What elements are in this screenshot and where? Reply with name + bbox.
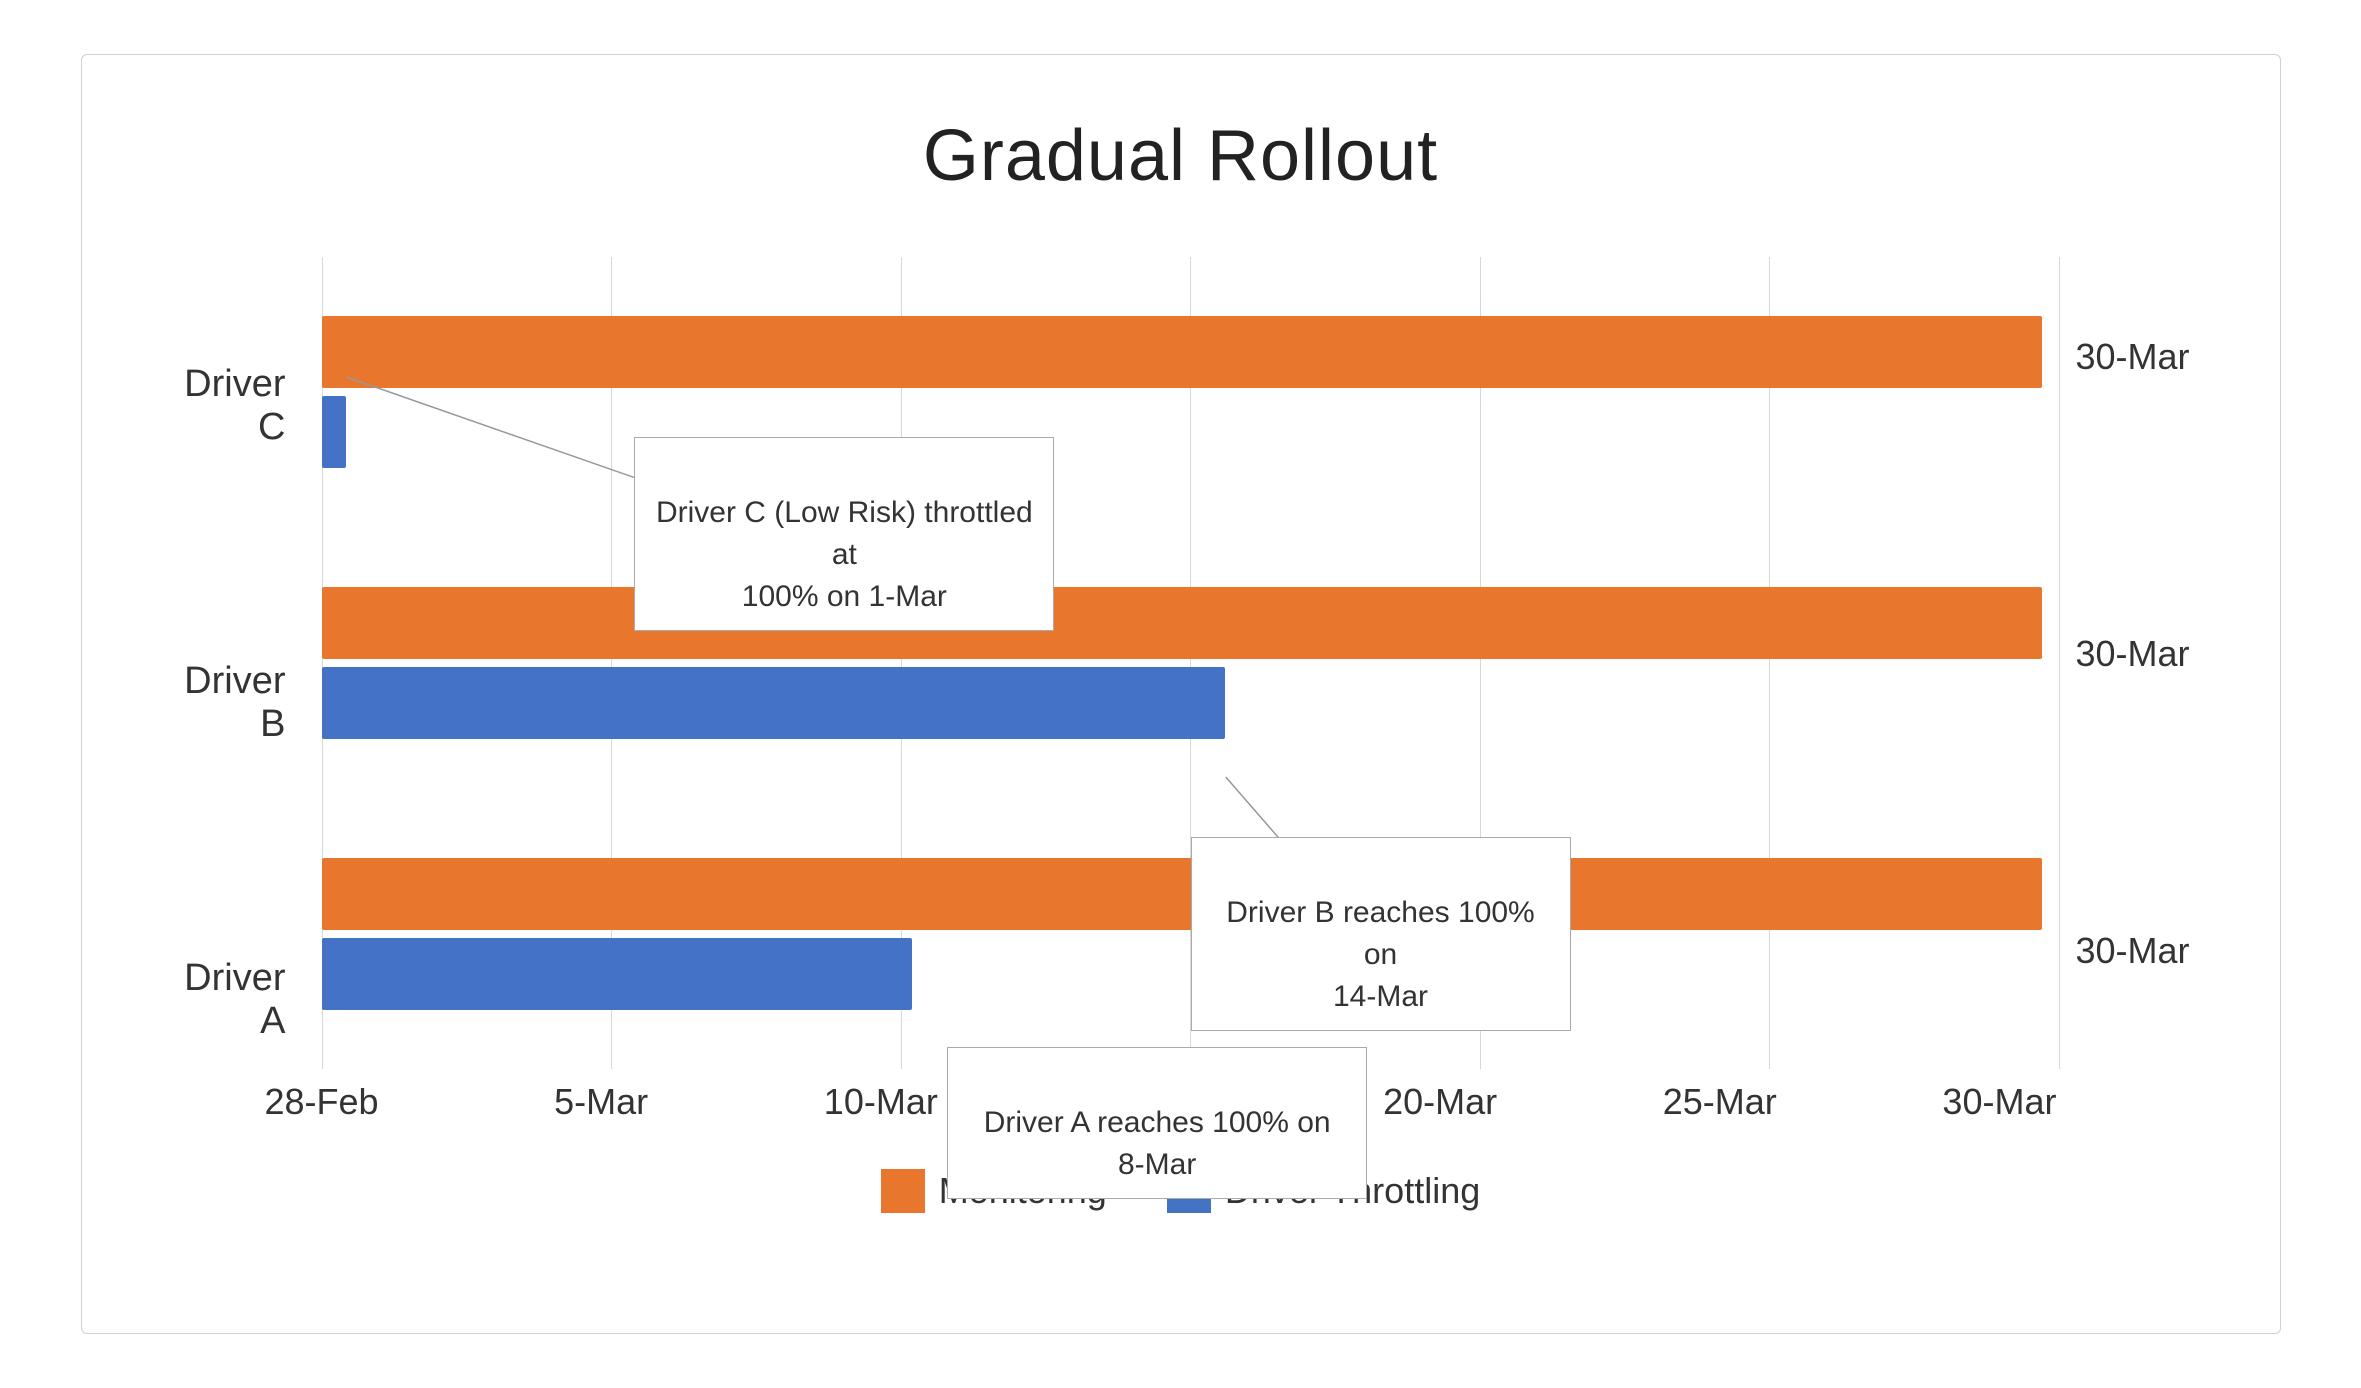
x-label-15mar: 15-Mar bbox=[1100, 1081, 1220, 1123]
bar-row-c-blue bbox=[322, 396, 2060, 468]
x-label-10mar: 10-Mar bbox=[821, 1081, 941, 1123]
right-labels: 30-Mar 30-Mar 30-Mar bbox=[2060, 257, 2200, 1149]
bar-b-blue bbox=[322, 667, 1226, 739]
legend-label-monitoring: Monitoring bbox=[939, 1170, 1107, 1212]
x-label-20mar: 20-Mar bbox=[1380, 1081, 1500, 1123]
chart-container: Gradual Rollout Driver C Driver B Driver… bbox=[81, 54, 2281, 1334]
chart-title: Gradual Rollout bbox=[162, 115, 2200, 197]
bar-a-orange bbox=[322, 858, 2043, 930]
chart-body: Driver C Driver B Driver A bbox=[162, 257, 2200, 1149]
bar-group-driver-b bbox=[322, 563, 2060, 763]
bar-a-blue bbox=[322, 938, 913, 1010]
bar-row-b-blue bbox=[322, 667, 2060, 739]
bar-group-driver-c bbox=[322, 292, 2060, 492]
x-label-5mar: 5-Mar bbox=[541, 1081, 661, 1123]
legend-item-monitoring: Monitoring bbox=[881, 1169, 1107, 1213]
bar-row-a-blue bbox=[322, 938, 2060, 1010]
bar-c-blue bbox=[322, 396, 346, 468]
x-label-28feb: 28-Feb bbox=[262, 1081, 382, 1123]
y-axis-labels: Driver C Driver B Driver A bbox=[162, 257, 322, 1149]
x-label-25mar: 25-Mar bbox=[1660, 1081, 1780, 1123]
bars-container bbox=[322, 257, 2060, 1069]
bar-c-orange bbox=[322, 316, 2043, 388]
bar-row-a-orange bbox=[322, 858, 2060, 930]
right-label-c: 30-Mar bbox=[2060, 306, 2200, 506]
y-label-driver-a: Driver A bbox=[162, 957, 302, 1043]
bar-row-b-orange bbox=[322, 587, 2060, 659]
chart-plot-area: Driver C (Low Risk) throttled at 100% on… bbox=[322, 257, 2060, 1149]
legend: Monitoring Driver Throttling bbox=[162, 1169, 2200, 1213]
legend-item-throttling: Driver Throttling bbox=[1167, 1169, 1480, 1213]
y-label-driver-c: Driver C bbox=[162, 363, 302, 449]
bar-row-c-orange bbox=[322, 316, 2060, 388]
bar-group-driver-a bbox=[322, 834, 2060, 1034]
bar-b-orange bbox=[322, 587, 2043, 659]
x-label-30mar: 30-Mar bbox=[1939, 1081, 2059, 1123]
right-label-a: 30-Mar bbox=[2060, 900, 2200, 1100]
right-label-b: 30-Mar bbox=[2060, 603, 2200, 803]
legend-label-throttling: Driver Throttling bbox=[1225, 1170, 1480, 1212]
y-label-driver-b: Driver B bbox=[162, 660, 302, 746]
legend-box-throttling bbox=[1167, 1169, 1211, 1213]
legend-box-monitoring bbox=[881, 1169, 925, 1213]
grid-and-bars: Driver C (Low Risk) throttled at 100% on… bbox=[322, 257, 2060, 1069]
x-axis: 28-Feb 5-Mar 10-Mar 15-Mar 20-Mar 25-Mar… bbox=[322, 1069, 2060, 1149]
